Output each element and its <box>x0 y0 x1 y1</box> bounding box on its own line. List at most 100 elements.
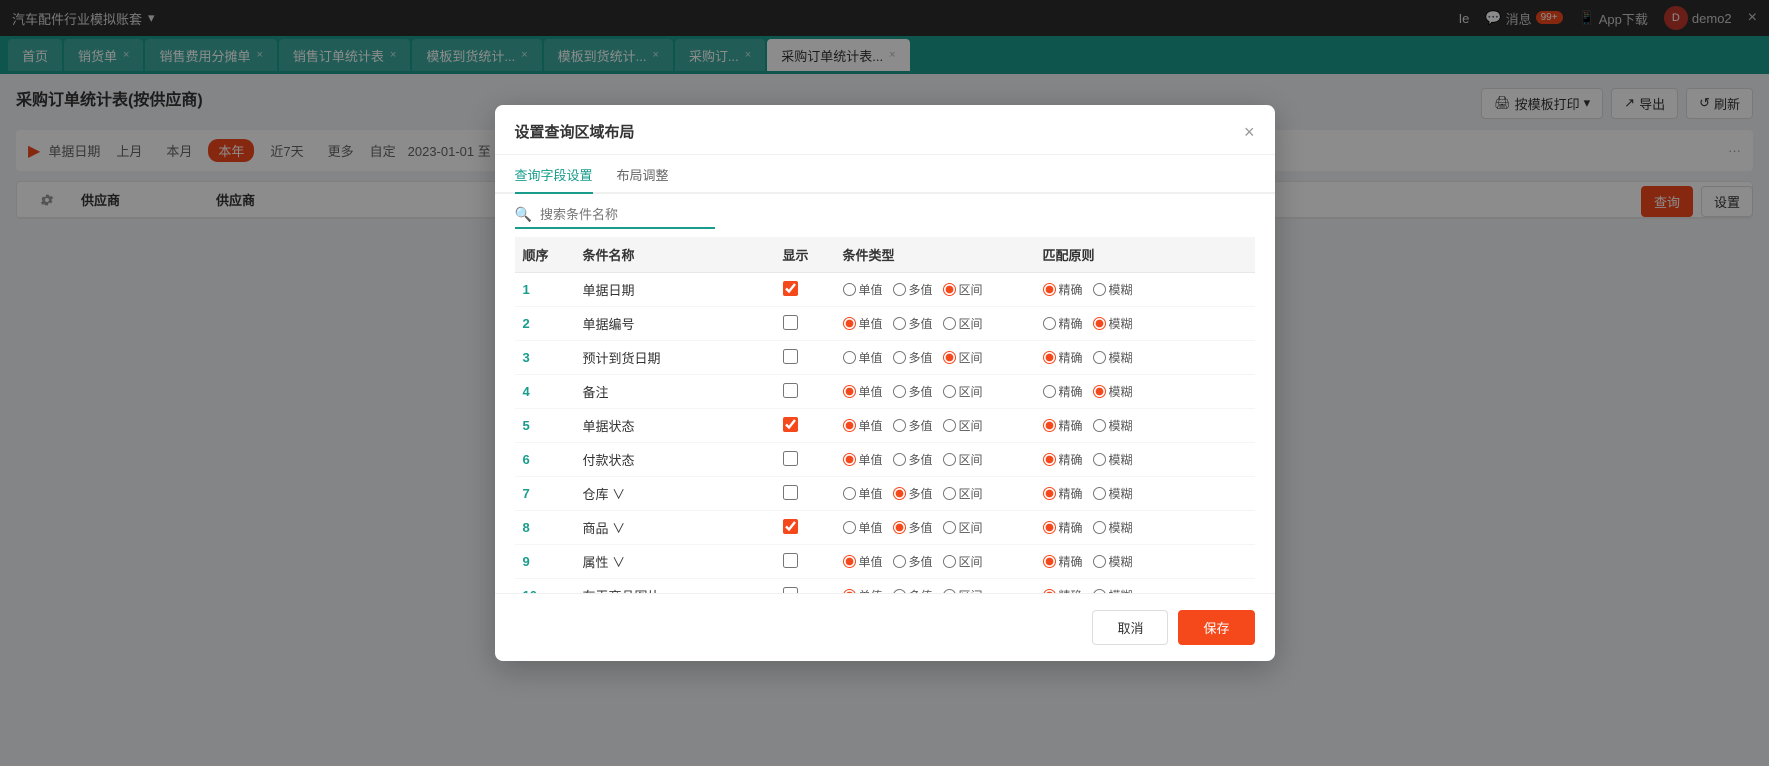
type-radio-区间-0[interactable]: 区间 <box>943 281 983 298</box>
cell-type-1: 单值多值区间 <box>835 315 1035 332</box>
show-checkbox-0[interactable] <box>783 281 798 296</box>
type-radio-单值-6[interactable]: 单值 <box>843 485 883 502</box>
show-checkbox-1[interactable] <box>783 315 798 330</box>
cell-match-1: 精确模糊 <box>1035 315 1255 332</box>
match-radio-精确-2[interactable]: 精确 <box>1043 349 1083 366</box>
cell-type-7: 单值多值区间 <box>835 519 1035 536</box>
show-checkbox-7[interactable] <box>783 519 798 534</box>
type-radio-区间-5[interactable]: 区间 <box>943 451 983 468</box>
type-radio-单值-8[interactable]: 单值 <box>843 553 883 570</box>
cell-name-2: 预计到货日期 <box>575 348 775 367</box>
match-radio-模糊-1[interactable]: 模糊 <box>1093 315 1133 332</box>
cell-type-8: 单值多值区间 <box>835 553 1035 570</box>
cell-show-6[interactable] <box>775 485 835 503</box>
save-button[interactable]: 保存 <box>1178 610 1254 645</box>
match-radio-精确-7[interactable]: 精确 <box>1043 519 1083 536</box>
type-radio-多值-5[interactable]: 多值 <box>893 451 933 468</box>
table-body: 1单据日期单值多值区间精确模糊2单据编号单值多值区间精确模糊3预计到货日期单值多… <box>515 273 1255 593</box>
match-radio-模糊-5[interactable]: 模糊 <box>1093 451 1133 468</box>
cell-show-5[interactable] <box>775 451 835 469</box>
match-radio-精确-0[interactable]: 精确 <box>1043 281 1083 298</box>
show-checkbox-3[interactable] <box>783 383 798 398</box>
cell-match-7: 精确模糊 <box>1035 519 1255 536</box>
type-radio-单值-3[interactable]: 单值 <box>843 383 883 400</box>
cell-match-4: 精确模糊 <box>1035 417 1255 434</box>
type-radio-多值-3[interactable]: 多值 <box>893 383 933 400</box>
type-radio-单值-0[interactable]: 单值 <box>843 281 883 298</box>
cell-order-4: 5 <box>515 418 575 433</box>
match-radio-精确-5[interactable]: 精确 <box>1043 451 1083 468</box>
cell-type-5: 单值多值区间 <box>835 451 1035 468</box>
tab-layout-adjust[interactable]: 布局调整 <box>617 155 669 194</box>
cell-show-4[interactable] <box>775 417 835 435</box>
show-checkbox-4[interactable] <box>783 417 798 432</box>
cell-order-3: 4 <box>515 384 575 399</box>
match-radio-精确-3[interactable]: 精确 <box>1043 383 1083 400</box>
dialog-tabs: 查询字段设置 布局调整 <box>495 155 1275 194</box>
type-radio-单值-5[interactable]: 单值 <box>843 451 883 468</box>
cell-type-2: 单值多值区间 <box>835 349 1035 366</box>
dialog-close-button[interactable]: × <box>1244 123 1255 141</box>
table-row: 10有无商品图片单值多值区间精确模糊 <box>515 579 1255 593</box>
type-radio-单值-7[interactable]: 单值 <box>843 519 883 536</box>
type-radio-多值-6[interactable]: 多值 <box>893 485 933 502</box>
table-row: 9属性 ∨单值多值区间精确模糊 <box>515 545 1255 579</box>
cell-order-8: 9 <box>515 554 575 569</box>
match-radio-精确-6[interactable]: 精确 <box>1043 485 1083 502</box>
head-order: 顺序 <box>515 245 575 264</box>
table-row: 8商品 ∨单值多值区间精确模糊 <box>515 511 1255 545</box>
match-radio-精确-4[interactable]: 精确 <box>1043 417 1083 434</box>
cell-order-1: 2 <box>515 316 575 331</box>
match-radio-精确-8[interactable]: 精确 <box>1043 553 1083 570</box>
type-radio-区间-6[interactable]: 区间 <box>943 485 983 502</box>
match-radio-模糊-3[interactable]: 模糊 <box>1093 383 1133 400</box>
type-radio-区间-7[interactable]: 区间 <box>943 519 983 536</box>
tab-query-fields[interactable]: 查询字段设置 <box>515 155 593 194</box>
match-radio-模糊-0[interactable]: 模糊 <box>1093 281 1133 298</box>
type-radio-多值-2[interactable]: 多值 <box>893 349 933 366</box>
type-radio-区间-4[interactable]: 区间 <box>943 417 983 434</box>
cell-match-3: 精确模糊 <box>1035 383 1255 400</box>
cell-match-2: 精确模糊 <box>1035 349 1255 366</box>
cell-show-2[interactable] <box>775 349 835 367</box>
table-row: 7仓库 ∨单值多值区间精确模糊 <box>515 477 1255 511</box>
show-checkbox-2[interactable] <box>783 349 798 364</box>
cell-match-5: 精确模糊 <box>1035 451 1255 468</box>
cell-show-0[interactable] <box>775 281 835 299</box>
type-radio-单值-1[interactable]: 单值 <box>843 315 883 332</box>
cancel-button[interactable]: 取消 <box>1092 610 1168 645</box>
cell-match-6: 精确模糊 <box>1035 485 1255 502</box>
type-radio-多值-0[interactable]: 多值 <box>893 281 933 298</box>
match-radio-模糊-8[interactable]: 模糊 <box>1093 553 1133 570</box>
type-radio-多值-8[interactable]: 多值 <box>893 553 933 570</box>
head-show: 显示 <box>775 245 835 264</box>
type-radio-区间-1[interactable]: 区间 <box>943 315 983 332</box>
type-radio-单值-4[interactable]: 单值 <box>843 417 883 434</box>
cell-show-3[interactable] <box>775 383 835 401</box>
table-row: 6付款状态单值多值区间精确模糊 <box>515 443 1255 477</box>
type-radio-多值-7[interactable]: 多值 <box>893 519 933 536</box>
match-radio-模糊-6[interactable]: 模糊 <box>1093 485 1133 502</box>
cell-show-8[interactable] <box>775 553 835 571</box>
type-radio-区间-2[interactable]: 区间 <box>943 349 983 366</box>
cell-name-5: 付款状态 <box>575 450 775 469</box>
type-radio-多值-1[interactable]: 多值 <box>893 315 933 332</box>
show-checkbox-5[interactable] <box>783 451 798 466</box>
match-radio-模糊-2[interactable]: 模糊 <box>1093 349 1133 366</box>
show-checkbox-8[interactable] <box>783 553 798 568</box>
type-radio-单值-2[interactable]: 单值 <box>843 349 883 366</box>
search-input[interactable] <box>540 207 700 222</box>
cell-name-7: 商品 ∨ <box>575 518 775 537</box>
dialog-overlay: 设置查询区域布局 × 查询字段设置 布局调整 🔍 顺序 条件名称 显示 <box>0 0 1769 766</box>
type-radio-区间-3[interactable]: 区间 <box>943 383 983 400</box>
cell-show-1[interactable] <box>775 315 835 333</box>
match-radio-模糊-4[interactable]: 模糊 <box>1093 417 1133 434</box>
cell-match-0: 精确模糊 <box>1035 281 1255 298</box>
cell-show-7[interactable] <box>775 519 835 537</box>
type-radio-区间-8[interactable]: 区间 <box>943 553 983 570</box>
match-radio-精确-1[interactable]: 精确 <box>1043 315 1083 332</box>
match-radio-模糊-7[interactable]: 模糊 <box>1093 519 1133 536</box>
type-radio-多值-4[interactable]: 多值 <box>893 417 933 434</box>
show-checkbox-6[interactable] <box>783 485 798 500</box>
cell-name-6: 仓库 ∨ <box>575 484 775 503</box>
